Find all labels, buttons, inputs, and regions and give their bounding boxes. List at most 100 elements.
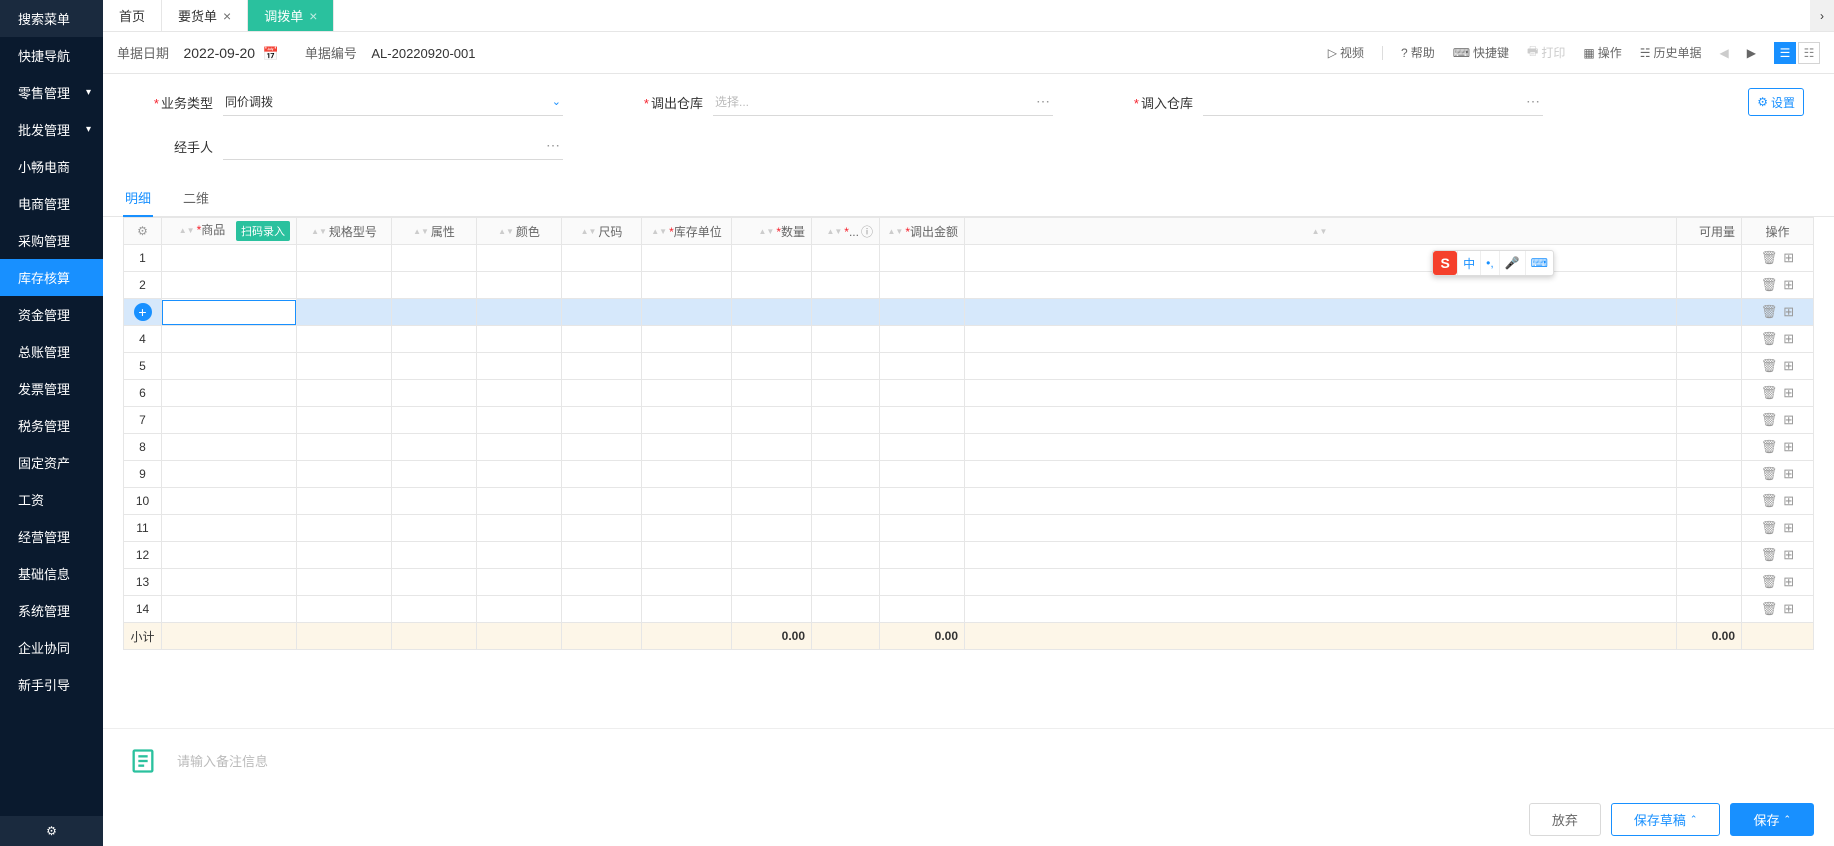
- table-row[interactable]: 11🗑⊞: [124, 515, 1814, 542]
- more-icon[interactable]: ⋯: [546, 137, 561, 154]
- sidebar-item-13[interactable]: 工资: [0, 481, 103, 518]
- sort-icon[interactable]: ▲▼: [651, 229, 667, 235]
- copy-row-icon[interactable]: ⊞: [1783, 466, 1794, 481]
- calendar-icon[interactable]: 📅: [263, 46, 279, 61]
- discard-button[interactable]: 放弃: [1529, 803, 1601, 836]
- close-icon[interactable]: ×: [309, 8, 317, 24]
- copy-row-icon[interactable]: ⊞: [1783, 412, 1794, 427]
- operate-link[interactable]: ▦操作: [1583, 44, 1621, 61]
- copy-row-icon[interactable]: ⊞: [1783, 547, 1794, 562]
- help-link[interactable]: ?帮助: [1401, 44, 1435, 61]
- sidebar-item-5[interactable]: 电商管理: [0, 185, 103, 222]
- view-form[interactable]: ☰: [1774, 42, 1796, 64]
- delete-row-icon[interactable]: 🗑: [1761, 601, 1778, 616]
- product-input[interactable]: [162, 300, 296, 325]
- save-button[interactable]: 保存⌃: [1730, 803, 1814, 836]
- ime-toolbar[interactable]: S 中 •, 🎤 ⌨: [1432, 250, 1554, 276]
- table-row[interactable]: 6🗑⊞: [124, 380, 1814, 407]
- delete-row-icon[interactable]: 🗑: [1761, 466, 1778, 481]
- delete-row-icon[interactable]: 🗑: [1761, 493, 1778, 508]
- sidebar-item-11[interactable]: 税务管理: [0, 407, 103, 444]
- info-icon[interactable]: ⓘ: [861, 225, 873, 239]
- delete-row-icon[interactable]: 🗑: [1761, 250, 1778, 265]
- ime-punct[interactable]: •,: [1480, 251, 1499, 275]
- ime-voice-icon[interactable]: 🎤: [1499, 251, 1525, 275]
- out-warehouse-select[interactable]: 选择... ⋯: [713, 88, 1053, 116]
- sidebar-item-3[interactable]: 批发管理▾: [0, 111, 103, 148]
- delete-row-icon[interactable]: 🗑: [1761, 358, 1778, 373]
- sidebar-item-17[interactable]: 企业协同: [0, 629, 103, 666]
- barcode-button[interactable]: 扫码录入: [236, 221, 290, 241]
- in-warehouse-select[interactable]: ⋯: [1203, 88, 1543, 116]
- sidebar-item-7[interactable]: 库存核算: [0, 259, 103, 296]
- ime-keyboard-icon[interactable]: ⌨: [1525, 251, 1553, 275]
- date-value[interactable]: 2022-09-20: [183, 45, 255, 61]
- sort-icon[interactable]: ▲▼: [179, 228, 195, 234]
- add-row-icon[interactable]: +: [134, 303, 152, 321]
- table-row[interactable]: + 🗑 ⊞: [124, 299, 1814, 326]
- sidebar-item-0[interactable]: 搜索菜单: [0, 0, 103, 37]
- copy-row-icon[interactable]: ⊞: [1783, 601, 1794, 616]
- copy-row-icon[interactable]: ⊞: [1783, 493, 1794, 508]
- sidebar-item-18[interactable]: 新手引导: [0, 666, 103, 703]
- delete-row-icon[interactable]: 🗑: [1761, 304, 1778, 319]
- sort-icon[interactable]: ▲▼: [826, 229, 842, 235]
- table-row[interactable]: 13🗑⊞: [124, 569, 1814, 596]
- delete-row-icon[interactable]: 🗑: [1761, 412, 1778, 427]
- sort-icon[interactable]: ▲▼: [413, 229, 429, 235]
- sidebar-item-15[interactable]: 基础信息: [0, 555, 103, 592]
- copy-row-icon[interactable]: ⊞: [1783, 439, 1794, 454]
- table-row[interactable]: 1🗑⊞: [124, 245, 1814, 272]
- sidebar-item-9[interactable]: 总账管理: [0, 333, 103, 370]
- table-row[interactable]: 7🗑⊞: [124, 407, 1814, 434]
- sort-icon[interactable]: ▲▼: [758, 229, 774, 235]
- sort-icon[interactable]: ▲▼: [1312, 229, 1328, 235]
- remarks-input[interactable]: [177, 754, 1814, 769]
- close-icon[interactable]: ×: [223, 8, 231, 24]
- delete-row-icon[interactable]: 🗑: [1761, 574, 1778, 589]
- tab-2[interactable]: 调拨单×: [248, 0, 334, 31]
- sidebar-item-10[interactable]: 发票管理: [0, 370, 103, 407]
- settings-button[interactable]: ⚙ 设置: [1748, 88, 1804, 116]
- next-doc[interactable]: ▶: [1747, 46, 1756, 60]
- table-row[interactable]: 10🗑⊞: [124, 488, 1814, 515]
- table-row[interactable]: 8🗑⊞: [124, 434, 1814, 461]
- copy-row-icon[interactable]: ⊞: [1783, 331, 1794, 346]
- table-row[interactable]: 5🗑⊞: [124, 353, 1814, 380]
- sort-icon[interactable]: ▲▼: [311, 229, 327, 235]
- delete-row-icon[interactable]: 🗑: [1761, 385, 1778, 400]
- table-row[interactable]: 4🗑⊞: [124, 326, 1814, 353]
- subtab-1[interactable]: 二维: [181, 180, 211, 217]
- table-row[interactable]: 12🗑⊞: [124, 542, 1814, 569]
- copy-row-icon[interactable]: ⊞: [1783, 304, 1794, 319]
- sidebar-item-2[interactable]: 零售管理▾: [0, 74, 103, 111]
- sidebar-item-14[interactable]: 经营管理: [0, 518, 103, 555]
- copy-row-icon[interactable]: ⊞: [1783, 385, 1794, 400]
- sort-icon[interactable]: ▲▼: [581, 229, 597, 235]
- sidebar-item-6[interactable]: 采购管理: [0, 222, 103, 259]
- shortcut-link[interactable]: ⌨快捷键: [1453, 44, 1509, 61]
- subtab-0[interactable]: 明细: [123, 180, 153, 217]
- table-row[interactable]: 9🗑⊞: [124, 461, 1814, 488]
- sidebar-item-16[interactable]: 系统管理: [0, 592, 103, 629]
- handler-select[interactable]: ⋯: [223, 132, 563, 160]
- copy-row-icon[interactable]: ⊞: [1783, 358, 1794, 373]
- prev-doc[interactable]: ◀: [1720, 46, 1729, 60]
- copy-row-icon[interactable]: ⊞: [1783, 250, 1794, 265]
- more-icon[interactable]: ⋯: [1526, 93, 1541, 110]
- table-row[interactable]: 14🗑⊞: [124, 596, 1814, 623]
- delete-row-icon[interactable]: 🗑: [1761, 439, 1778, 454]
- view-list[interactable]: ☷: [1798, 42, 1820, 64]
- video-link[interactable]: ▷视频: [1328, 44, 1364, 61]
- sidebar-settings[interactable]: ⚙: [0, 816, 103, 846]
- tab-expand[interactable]: ›: [1810, 0, 1834, 31]
- delete-row-icon[interactable]: 🗑: [1761, 277, 1778, 292]
- more-icon[interactable]: ⋯: [1036, 93, 1051, 110]
- biz-type-select[interactable]: 同价调拨 ⌄: [223, 88, 563, 116]
- delete-row-icon[interactable]: 🗑: [1761, 547, 1778, 562]
- sort-icon[interactable]: ▲▼: [887, 229, 903, 235]
- save-draft-button[interactable]: 保存草稿⌃: [1611, 803, 1721, 836]
- history-link[interactable]: ☵历史单据: [1640, 44, 1702, 61]
- ime-lang[interactable]: 中: [1457, 251, 1480, 275]
- print-link[interactable]: 🖶打印: [1527, 42, 1565, 63]
